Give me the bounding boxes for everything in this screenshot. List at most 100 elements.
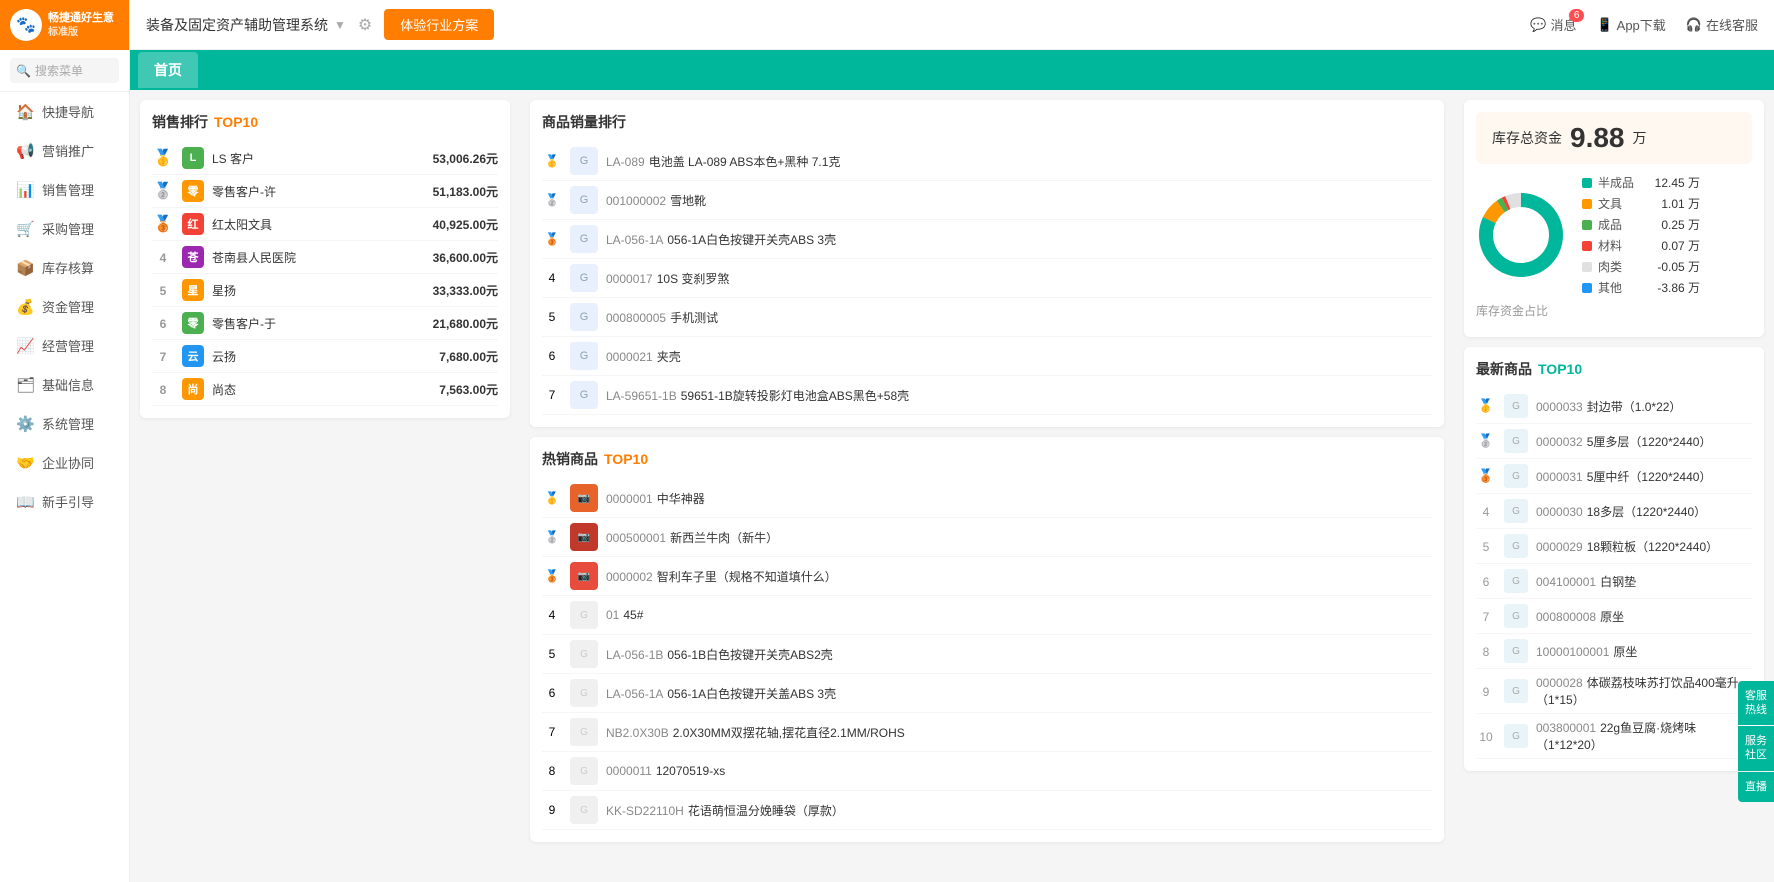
nav-label: 经营管理: [42, 336, 94, 355]
new-product-item: 6 G 004100001白钢垫: [1476, 564, 1752, 599]
sold-name: 0000021夹壳: [606, 348, 1432, 365]
settings-icon[interactable]: ⚙: [358, 15, 372, 35]
online-service-button[interactable]: 🎧 在线客服: [1686, 15, 1758, 34]
message-button[interactable]: 💬 消息 6: [1530, 15, 1576, 34]
new-thumb: G: [1504, 534, 1528, 558]
hot-name: 000500001新西兰牛肉（新牛）: [606, 529, 1432, 546]
sales-ranking-card: 销售排行 TOP10 🥇 L LS 客户 53,006.26元 🥈 零 零售客户…: [140, 100, 510, 418]
logo-icon: 🐾: [10, 9, 42, 41]
rank-amount: 33,333.00元: [433, 282, 498, 299]
nav-label: 新手引导: [42, 492, 94, 511]
hot-rank: 8: [542, 764, 562, 778]
float-btn-客服热线[interactable]: 客服热线: [1738, 681, 1774, 726]
rank-avatar: 红: [182, 213, 204, 235]
donut-chart: [1476, 190, 1566, 280]
sidebar-search-container[interactable]: 🔍 搜索菜单: [0, 50, 129, 92]
new-rank: 7: [1476, 609, 1496, 624]
sidebar-item-营销推广[interactable]: 📢营销推广: [0, 131, 129, 170]
sidebar-nav: 🏠快捷导航📢营销推广📊销售管理 🛒 采购管理 📦库存核算💰资金管理 📈 经营管理 🗂基础信息…: [0, 92, 129, 521]
new-name: 0000033封边带（1.0*22）: [1536, 398, 1752, 415]
sidebar-item-系统管理[interactable]: ⚙️系统管理: [0, 404, 129, 443]
legend-item: 材料 0.07 万: [1582, 237, 1700, 254]
sidebar-item-经营管理[interactable]: 📈 经营管理: [0, 326, 129, 365]
app-download-button[interactable]: 📱 App下载: [1596, 15, 1665, 34]
rank-list-item: 4 苍 苍南县人民医院 36,600.00元: [152, 241, 498, 274]
sidebar-item-库存核算[interactable]: 📦库存核算: [0, 248, 129, 287]
legend-item: 其他 -3.86 万: [1582, 279, 1700, 296]
nav-icon: 📖: [16, 493, 34, 511]
hot-products-list: 🥇 📷 0000001中华神器 🥈 📷 000500001新西兰牛肉（新牛） 🥉…: [542, 479, 1432, 830]
rank-num: 5: [160, 284, 167, 298]
new-rank: 9: [1476, 684, 1496, 699]
hot-rank: 7: [542, 725, 562, 739]
rank-medal: 6: [152, 316, 174, 331]
sold-thumb: G: [570, 186, 598, 214]
sold-item: 🥇 G LA-089电池盖 LA-089 ABS本色+黑种 7.1克: [542, 142, 1432, 181]
hot-product-item: 8 G 000001112070519-xs: [542, 752, 1432, 791]
topbar-right: 💬 消息 6 📱 App下载 🎧 在线客服: [1530, 15, 1758, 34]
inventory-chart-container: 半成品 12.45 万 文具 1.01 万 成品 0.25 万 材料 0.07 …: [1476, 174, 1752, 296]
nav-icon: 🛒: [16, 220, 34, 238]
sidebar-item-新手引导[interactable]: 📖 新手引导: [0, 482, 129, 521]
hot-rank: 4: [542, 608, 562, 622]
new-rank: 4: [1476, 504, 1496, 519]
trial-button[interactable]: 体验行业方案: [384, 9, 494, 40]
hot-product-item: 🥈 📷 000500001新西兰牛肉（新牛）: [542, 518, 1432, 557]
tab-home[interactable]: 首页: [138, 52, 198, 88]
nav-icon: 📈: [16, 337, 34, 355]
sales-ranking-title: 销售排行 TOP10: [152, 112, 498, 132]
float-btn-直播[interactable]: 直播: [1738, 772, 1774, 802]
new-product-item: 4 G 000003018多层（1220*2440）: [1476, 494, 1752, 529]
sold-rank: 7: [542, 388, 562, 402]
new-rank: 🥇: [1476, 398, 1496, 414]
rank-medal: 🥉: [152, 214, 174, 234]
sidebar-item-销售管理[interactable]: 📊销售管理: [0, 170, 129, 209]
sold-thumb: G: [570, 342, 598, 370]
sales-ranking-list: 🥇 L LS 客户 53,006.26元 🥈 零 零售客户-许 51,183.0…: [152, 142, 498, 406]
mid-column: 商品销量排行 🥇 G LA-089电池盖 LA-089 ABS本色+黑种 7.1…: [520, 90, 1454, 882]
sold-thumb: G: [570, 147, 598, 175]
new-product-item: 9 G 0000028体碳荔枝味苏打饮品400毫升（1*15）: [1476, 669, 1752, 714]
rank-name: 尚态: [212, 381, 431, 398]
rank-list-item: 🥈 零 零售客户-许 51,183.00元: [152, 175, 498, 208]
content-area: 销售排行 TOP10 🥇 L LS 客户 53,006.26元 🥈 零 零售客户…: [130, 90, 1774, 882]
hot-thumb: 📷: [570, 562, 598, 590]
sidebar-item-采购管理[interactable]: 🛒 采购管理: [0, 209, 129, 248]
legend-dot: [1582, 283, 1592, 293]
sold-name: 000800005手机测试: [606, 309, 1432, 326]
rank-list-item: 8 尚 尚态 7,563.00元: [152, 373, 498, 406]
new-thumb: G: [1504, 724, 1528, 748]
sold-thumb: G: [570, 381, 598, 409]
chevron-down-icon[interactable]: ▼: [334, 18, 346, 32]
rank-avatar: 零: [182, 180, 204, 202]
hot-rank: 9: [542, 803, 562, 817]
float-btn-服务社区[interactable]: 服务社区: [1738, 726, 1774, 771]
sold-item: 4 G 000001710S 变刹罗煞: [542, 259, 1432, 298]
hot-thumb: G: [570, 601, 598, 629]
sold-rank: 5: [542, 310, 562, 324]
rank-list-item: 🥇 L LS 客户 53,006.26元: [152, 142, 498, 175]
hot-products-card: 热销商品 TOP10 🥇 📷 0000001中华神器 🥈 📷 000500001…: [530, 437, 1444, 842]
hot-thumb: 📷: [570, 484, 598, 512]
new-thumb: G: [1504, 464, 1528, 488]
sidebar-item-快捷导航[interactable]: 🏠快捷导航: [0, 92, 129, 131]
sidebar-item-资金管理[interactable]: 💰资金管理: [0, 287, 129, 326]
sold-name: LA-59651-1B59651-1B旋转投影灯电池盒ABS黑色+58壳: [606, 387, 1432, 404]
nav-tabs: 首页: [130, 50, 1774, 90]
new-name: 10000100001原坐: [1536, 643, 1752, 660]
sidebar-item-基础信息[interactable]: 🗂基础信息: [0, 365, 129, 404]
sold-item: 🥉 G LA-056-1A056-1A白色按键开关壳ABS 3壳: [542, 220, 1432, 259]
nav-label: 营销推广: [42, 141, 94, 160]
legend-label: 文具: [1598, 195, 1622, 212]
hot-rank: 6: [542, 686, 562, 700]
legend-dot: [1582, 241, 1592, 251]
nav-label: 库存核算: [42, 258, 94, 277]
hot-product-item: 7 G NB2.0X30B2.0X30MM双摆花轴,摆花直径2.1MM/ROHS: [542, 713, 1432, 752]
sidebar-item-企业协同[interactable]: 🤝企业协同: [0, 443, 129, 482]
hot-name: 0000002智利车子里（规格不知道填什么）: [606, 568, 1432, 585]
hot-name: 000001112070519-xs: [606, 764, 1432, 778]
nav-label: 采购管理: [42, 219, 94, 238]
search-menu-button[interactable]: 🔍 搜索菜单: [10, 58, 119, 83]
message-icon: 💬: [1530, 17, 1546, 33]
new-product-item: 🥈 G 00000325厘多层（1220*2440）: [1476, 424, 1752, 459]
